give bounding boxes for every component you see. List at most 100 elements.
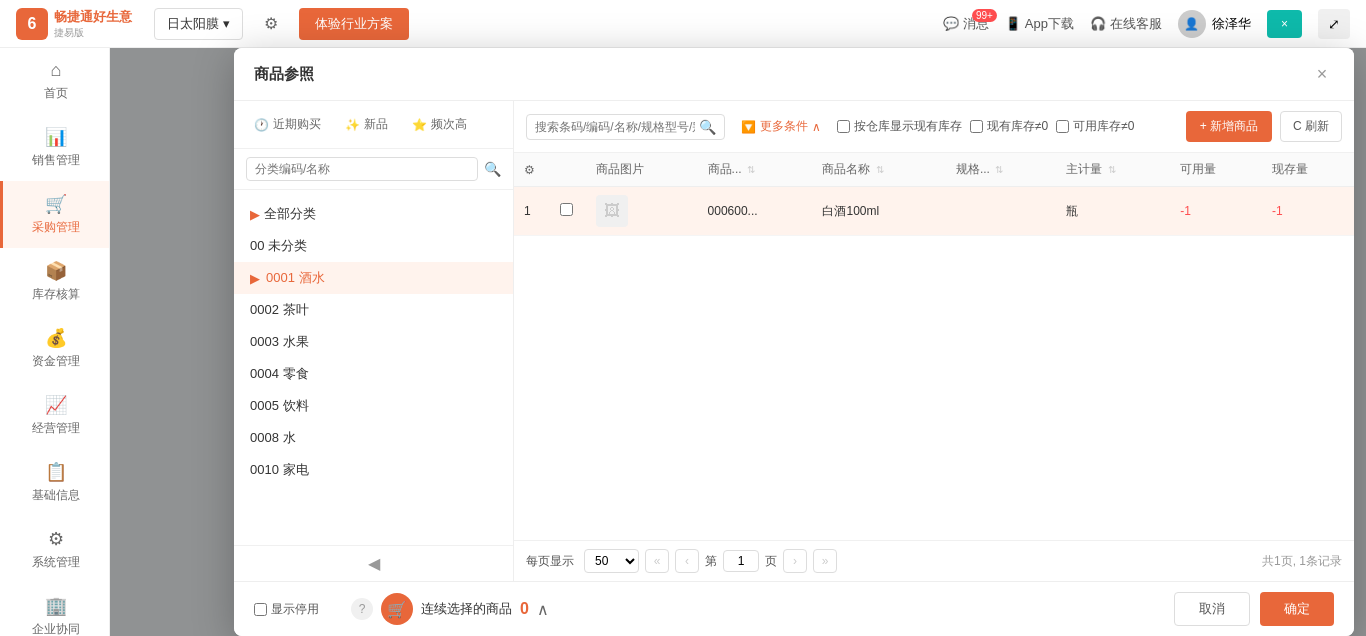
sidebar-label-home: 首页 — [44, 85, 68, 102]
sidebar-label-purchase: 采购管理 — [32, 219, 80, 236]
cell-name: 白酒100ml — [812, 187, 945, 236]
cancel-btn[interactable]: 取消 — [1174, 592, 1250, 626]
cell-image: 🖼 — [586, 187, 698, 236]
page-last-btn[interactable]: » — [813, 549, 837, 573]
checkbox-nonzero[interactable]: 现有库存≠0 — [970, 118, 1048, 135]
sidebar-item-basic[interactable]: 📋 基础信息 — [0, 449, 109, 516]
sidebar-item-operation[interactable]: 📈 经营管理 — [0, 382, 109, 449]
cat-0008[interactable]: 0008 水 — [234, 422, 513, 454]
category-search-input[interactable] — [246, 157, 478, 181]
page-next-btn[interactable]: › — [783, 549, 807, 573]
checkbox-warehouse[interactable]: 按仓库显示现有库存 — [837, 118, 962, 135]
cat-0002-label: 0002 茶叶 — [250, 301, 309, 319]
online-service-btn[interactable]: 🎧 在线客服 — [1090, 15, 1162, 33]
cat-0010-label: 0010 家电 — [250, 461, 309, 479]
col-spec-label: 规格... — [956, 162, 990, 176]
modal-footer: 显示停用 ? 🛒 连续选择的商品 0 ∧ 取消 确定 — [234, 581, 1354, 636]
refresh-btn[interactable]: C 刷新 — [1280, 111, 1342, 142]
checkbox-warehouse-input[interactable] — [837, 120, 850, 133]
cell-spec — [946, 187, 1057, 236]
store-selector[interactable]: 日太阳膜 ▾ — [154, 8, 243, 40]
user-profile[interactable]: 👤 徐泽华 — [1178, 10, 1251, 38]
frequent-tab[interactable]: ⭐ 频次高 — [404, 111, 475, 138]
sidebar-item-purchase[interactable]: 🛒 采购管理 — [0, 181, 109, 248]
cart-icon[interactable]: 🛒 — [381, 593, 413, 625]
product-search-box: 🔍 — [526, 114, 725, 140]
col-unit[interactable]: 主计量 ⇅ — [1056, 153, 1170, 187]
cat-0001[interactable]: ▶ 0001 酒水 — [234, 262, 513, 294]
cat-0003[interactable]: 0003 水果 — [234, 326, 513, 358]
collapse-btn[interactable]: ◀ — [234, 545, 513, 581]
checkbox-available-input[interactable] — [1056, 120, 1069, 133]
sidebar-item-system[interactable]: ⚙ 系统管理 — [0, 516, 109, 583]
cat-all[interactable]: ▶ 全部分类 — [234, 198, 513, 230]
product-available: -1 — [1180, 204, 1191, 218]
checkbox-nonzero-input[interactable] — [970, 120, 983, 133]
col-spec[interactable]: 规格... ⇅ — [946, 153, 1057, 187]
show-disabled-input[interactable] — [254, 603, 267, 616]
page-prev-btn[interactable]: ‹ — [675, 549, 699, 573]
col-name[interactable]: 商品名称 ⇅ — [812, 153, 945, 187]
new-tab[interactable]: ✨ 新品 — [337, 111, 396, 138]
trial-btn[interactable]: 体验行业方案 — [299, 8, 409, 40]
cat-0004-label: 0004 零食 — [250, 365, 309, 383]
cell-num: 1 — [514, 187, 550, 236]
table-body: 1 🖼 000600... — [514, 187, 1354, 236]
cart-count: 0 — [520, 600, 529, 618]
headset-icon: 🎧 — [1090, 16, 1106, 31]
sidebar-label-finance: 资金管理 — [32, 353, 80, 370]
page-first-btn[interactable]: « — [645, 549, 669, 573]
messages-btn[interactable]: 💬 消息 99+ — [943, 15, 989, 33]
toolbar-right: + 新增商品 C 刷新 — [1186, 111, 1342, 142]
cart-expand-btn[interactable]: ∧ — [537, 600, 549, 619]
col-code[interactable]: 商品... ⇅ — [698, 153, 813, 187]
confirm-btn[interactable]: 确定 — [1260, 592, 1334, 626]
cat-0004[interactable]: 0004 零食 — [234, 358, 513, 390]
col-settings[interactable]: ⚙ — [514, 153, 550, 187]
checkbox-available[interactable]: 可用库存≠0 — [1056, 118, 1134, 135]
table-head: ⚙ 商品图片 商品... ⇅ — [514, 153, 1354, 187]
cat-0001-arrow: ▶ — [250, 271, 260, 286]
product-search-icon[interactable]: 🔍 — [699, 119, 716, 135]
col-available-label: 可用量 — [1180, 162, 1216, 176]
sidebar-item-sales[interactable]: 📊 销售管理 — [0, 114, 109, 181]
product-reference-modal: 商品参照 × 🕐 近期购买 ✨ — [234, 48, 1354, 636]
teal-btn[interactable]: × — [1267, 10, 1302, 38]
modal-body: 🕐 近期购买 ✨ 新品 ⭐ 频次高 — [234, 101, 1354, 581]
category-search-icon[interactable]: 🔍 — [484, 161, 501, 177]
logo: 6 畅捷通好生意 捷易版 — [16, 8, 132, 40]
cat-tabs: 🕐 近期购买 ✨ 新品 ⭐ 频次高 — [234, 101, 513, 149]
settings-gear-icon[interactable]: ⚙ — [255, 8, 287, 40]
main-layout: ⌂ 首页 📊 销售管理 🛒 采购管理 📦 库存核算 💰 资金管理 📈 经营管理 … — [0, 48, 1366, 636]
table-row[interactable]: 1 🖼 000600... — [514, 187, 1354, 236]
sidebar-item-home[interactable]: ⌂ 首页 — [0, 48, 109, 114]
sidebar-item-enterprise[interactable]: 🏢 企业协同 — [0, 583, 109, 636]
product-search-input[interactable] — [535, 120, 695, 134]
recent-tab[interactable]: 🕐 近期购买 — [246, 111, 329, 138]
home-icon: ⌂ — [51, 60, 62, 81]
add-product-btn[interactable]: + 新增商品 — [1186, 111, 1272, 142]
sidebar-item-finance[interactable]: 💰 资金管理 — [0, 315, 109, 382]
checkbox-nonzero-label: 现有库存≠0 — [987, 118, 1048, 135]
checkbox-available-label: 可用库存≠0 — [1073, 118, 1134, 135]
show-disabled-checkbox[interactable]: 显示停用 — [254, 601, 319, 618]
checkbox-warehouse-label: 按仓库显示现有库存 — [854, 118, 962, 135]
sales-icon: 📊 — [45, 126, 67, 148]
cat-0005[interactable]: 0005 饮料 — [234, 390, 513, 422]
cell-checkbox[interactable] — [550, 187, 586, 236]
cat-0010[interactable]: 0010 家电 — [234, 454, 513, 486]
cat-0001-label: 0001 酒水 — [266, 269, 325, 287]
sidebar-item-inventory[interactable]: 📦 库存核算 — [0, 248, 109, 315]
page-label-text: 第 — [705, 553, 717, 570]
expand-btn[interactable]: ⤢ — [1318, 9, 1350, 39]
row-checkbox[interactable] — [560, 203, 573, 216]
help-icon[interactable]: ? — [351, 598, 373, 620]
app-download-btn[interactable]: 📱 App下载 — [1005, 15, 1074, 33]
filter-btn[interactable]: 🔽 更多条件 ∧ — [733, 114, 829, 139]
cat-00[interactable]: 00 未分类 — [234, 230, 513, 262]
page-input[interactable] — [723, 550, 759, 572]
modal-close-btn[interactable]: × — [1310, 62, 1334, 86]
logo-text: 畅捷通好生意 捷易版 — [54, 8, 132, 40]
per-page-select[interactable]: 50 20 100 — [584, 549, 639, 573]
cat-0002[interactable]: 0002 茶叶 — [234, 294, 513, 326]
